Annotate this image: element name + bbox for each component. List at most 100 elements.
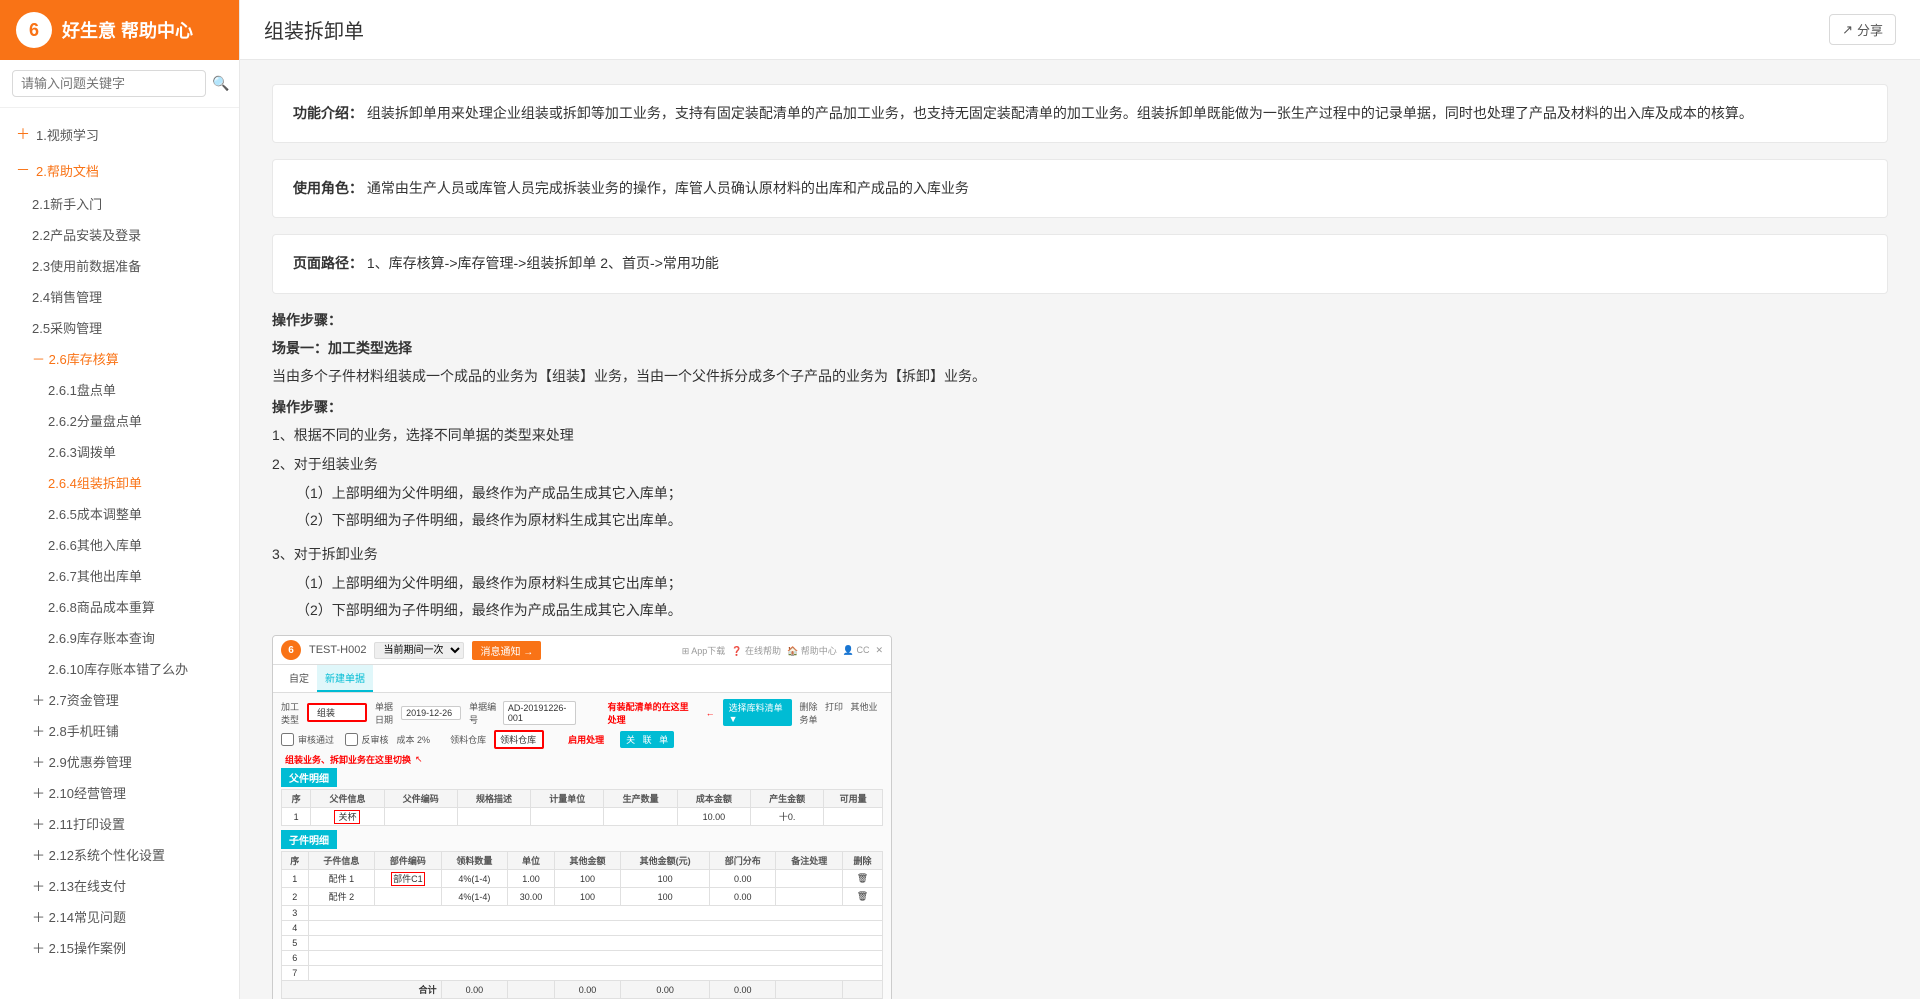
sim-total-del: [842, 981, 882, 999]
sidebar-item-2-14[interactable]: ＋ 2.14常见问题: [0, 901, 239, 932]
sidebar-item-2-6-8[interactable]: 2.6.8商品成本重算: [0, 591, 239, 622]
sidebar-item-2-9[interactable]: ＋ 2.9优惠券管理: [0, 746, 239, 777]
sim-logo: 6: [281, 640, 301, 660]
sidebar-item-2-6-5[interactable]: 2.6.5成本调整单: [0, 498, 239, 529]
sim-t2-r1-dept: 0.00: [709, 870, 776, 888]
sidebar-item-2-4[interactable]: 2.4销售管理: [0, 281, 239, 312]
sidebar-item-2-6-10[interactable]: 2.6.10库存账本错了么办: [0, 653, 239, 684]
ann-switch: 组装业务、拆卸业务在这里切换: [285, 753, 411, 766]
sidebar-item-2-13[interactable]: ＋ 2.13在线支付: [0, 870, 239, 901]
sidebar-item-2-6[interactable]: － 2.6库存核算: [0, 343, 239, 374]
expand-icon: ＋: [16, 124, 30, 144]
sim-type-select[interactable]: 组装: [307, 703, 367, 722]
sim-checkbox1[interactable]: [281, 733, 294, 746]
sim-t2-r1-info: 配件 1: [308, 870, 375, 888]
sim-total-dept: 0.00: [709, 981, 776, 999]
sim-t2-r1-code: 部件C1: [375, 870, 442, 888]
expand-2-9-icon: ＋: [32, 755, 45, 770]
sidebar-item-2-11[interactable]: ＋ 2.11打印设置: [0, 808, 239, 839]
sim-confirm-btn[interactable]: 选择库料清单 ▼: [723, 699, 792, 726]
expand-2-12-icon: ＋: [32, 848, 45, 863]
search-input[interactable]: [12, 70, 206, 97]
sim-t1-code: [384, 808, 457, 826]
sim-table1-row1: 1 关杯 10.00 十0.: [282, 808, 883, 826]
sim-close-icon[interactable]: ✕: [875, 645, 883, 656]
sim-t2-r4-empty: [308, 921, 882, 936]
sim-t2-r3-seq: 3: [282, 906, 309, 921]
sim-t2-r2-seq: 2: [282, 888, 309, 906]
search-icon[interactable]: 🔍: [212, 75, 229, 92]
sim-th-parent-info: 父件信息: [311, 790, 384, 808]
sim-user-icon: 👤 CC: [843, 645, 870, 656]
collapse-icon: －: [16, 160, 30, 180]
sim-t2-r1-del[interactable]: 🗑: [842, 870, 882, 888]
ops-label: 操作步骤：: [272, 310, 1888, 330]
share-button[interactable]: ↗ 分享: [1829, 14, 1896, 45]
sidebar-item-2-12[interactable]: ＋ 2.12系统个性化设置: [0, 839, 239, 870]
scenario-desc: 当由多个子件材料组装成一个成品的业务为【组装】业务，当由一个父件拆分成多个子产品…: [272, 364, 1888, 389]
sidebar-item-2-6-9[interactable]: 2.6.9库存账本查询: [0, 622, 239, 653]
sidebar-item-2-10[interactable]: ＋ 2.10经营管理: [0, 777, 239, 808]
sidebar-item-2-3[interactable]: 2.3使用前数据准备: [0, 250, 239, 281]
expand-2-14-icon: ＋: [32, 910, 45, 925]
ann-arrow1: ←: [706, 708, 715, 718]
sim-t2-r2-code: [375, 888, 442, 906]
sim-t1-gen: 十0.: [751, 808, 824, 826]
sim-checkbox2[interactable]: [345, 733, 358, 746]
sidebar-item-2-5[interactable]: 2.5采购管理: [0, 312, 239, 343]
sim-period-select[interactable]: 当前期间一次: [374, 642, 464, 659]
sidebar-header: 6 好生意 帮助中心: [0, 0, 239, 60]
sim-t2-r2-del[interactable]: 🗑: [842, 888, 882, 906]
sidebar-item-2-6-7[interactable]: 2.6.7其他出库单: [0, 560, 239, 591]
sim-screenshot: 6 TEST-H002 当前期间一次 消息通知 → ⊞ App下载 ❓ 在线帮助…: [273, 636, 891, 999]
sidebar-item-docs[interactable]: － 2.帮助文档: [0, 152, 239, 188]
sim-t1-avail: [824, 808, 883, 826]
sidebar-item-2-6-3[interactable]: 2.6.3调拨单: [0, 436, 239, 467]
sidebar-item-2-6-1[interactable]: 2.6.1盘点单: [0, 374, 239, 405]
sim-t1-spec: [457, 808, 530, 826]
sim-t1-info-val: 关杯: [334, 810, 360, 824]
sim-t2-row4: 4: [282, 921, 883, 936]
sidebar-item-2-6-4[interactable]: 2.6.4组装拆卸单: [0, 467, 239, 498]
sim-center-icon: 🏠 帮助中心: [787, 644, 837, 657]
sidebar-item-2-15[interactable]: ＋ 2.15操作案例: [0, 932, 239, 963]
path-label: 页面路径：: [293, 255, 363, 271]
sim-t2-th-unit: 单位: [508, 852, 555, 870]
screenshot-container: 6 TEST-H002 当前期间一次 消息通知 → ⊞ App下载 ❓ 在线帮助…: [272, 635, 892, 999]
sim-form-row2: 审核通过 反审核 成本 2% 领料仓库 领料仓库 启用处理 关 联 单: [281, 730, 883, 749]
sim-notice-btn: 消息通知 →: [472, 641, 541, 660]
sim-t1-qty: [604, 808, 677, 826]
ann-arrow2: ↖: [415, 754, 423, 765]
sidebar-item-2-6-6[interactable]: 2.6.6其他入库单: [0, 529, 239, 560]
sim-save-btn[interactable]: 关 联 单: [620, 731, 674, 748]
sidebar-item-2-7[interactable]: ＋ 2.7资金管理: [0, 684, 239, 715]
sim-t2-r7-seq: 7: [282, 966, 309, 981]
sim-t2-r1-seq: 1: [282, 870, 309, 888]
sim-total-unit: [508, 981, 555, 999]
sim-t2-r2-amt1: 100: [554, 888, 621, 906]
sim-th-seq1: 序: [282, 790, 311, 808]
sim-number-label: 单据编号: [469, 700, 500, 726]
path-block: 页面路径： 1、库存核算->库存管理->组装拆卸单 2、首页->常用功能: [272, 234, 1888, 293]
sim-ann-row: 组装业务、拆卸业务在这里切换 ↖: [281, 753, 883, 766]
sim-warehouse-label: 领料仓库: [450, 733, 486, 746]
sidebar-item-2-1[interactable]: 2.1新手入门: [0, 188, 239, 219]
sidebar-item-2-2[interactable]: 2.2产品安装及登录: [0, 219, 239, 250]
sidebar-item-2-8[interactable]: ＋ 2.8手机旺铺: [0, 715, 239, 746]
sim-th-gen-amt: 产生金额: [751, 790, 824, 808]
sidebar-item-2-6-2[interactable]: 2.6.2分量盘点单: [0, 405, 239, 436]
sim-total-note: [776, 981, 843, 999]
sim-t2-th-amt2: 其他金额(元): [621, 852, 710, 870]
ann-enable: 启用处理: [568, 733, 604, 746]
sim-del-btn[interactable]: 删除 打印 其他业务单: [800, 700, 883, 726]
sim-warehouse-val[interactable]: 领料仓库: [494, 730, 544, 749]
sim-nav-ziding[interactable]: 自定: [281, 665, 317, 692]
sim-nav-bar: 自定 新建单据: [273, 665, 891, 693]
collapse-2-6-icon: －: [32, 352, 45, 367]
sim-total-amt1: 0.00: [554, 981, 621, 999]
sidebar-item-video[interactable]: ＋ 1.视频学习: [0, 116, 239, 152]
nav-list: ＋ 1.视频学习 － 2.帮助文档 2.1新手入门 2.2产品安装及登录 2.3…: [0, 108, 239, 999]
sim-field-type: 加工类型 组装: [281, 700, 367, 726]
sim-t2-th-seq: 序: [282, 852, 309, 870]
sim-nav-new[interactable]: 新建单据: [317, 665, 373, 692]
